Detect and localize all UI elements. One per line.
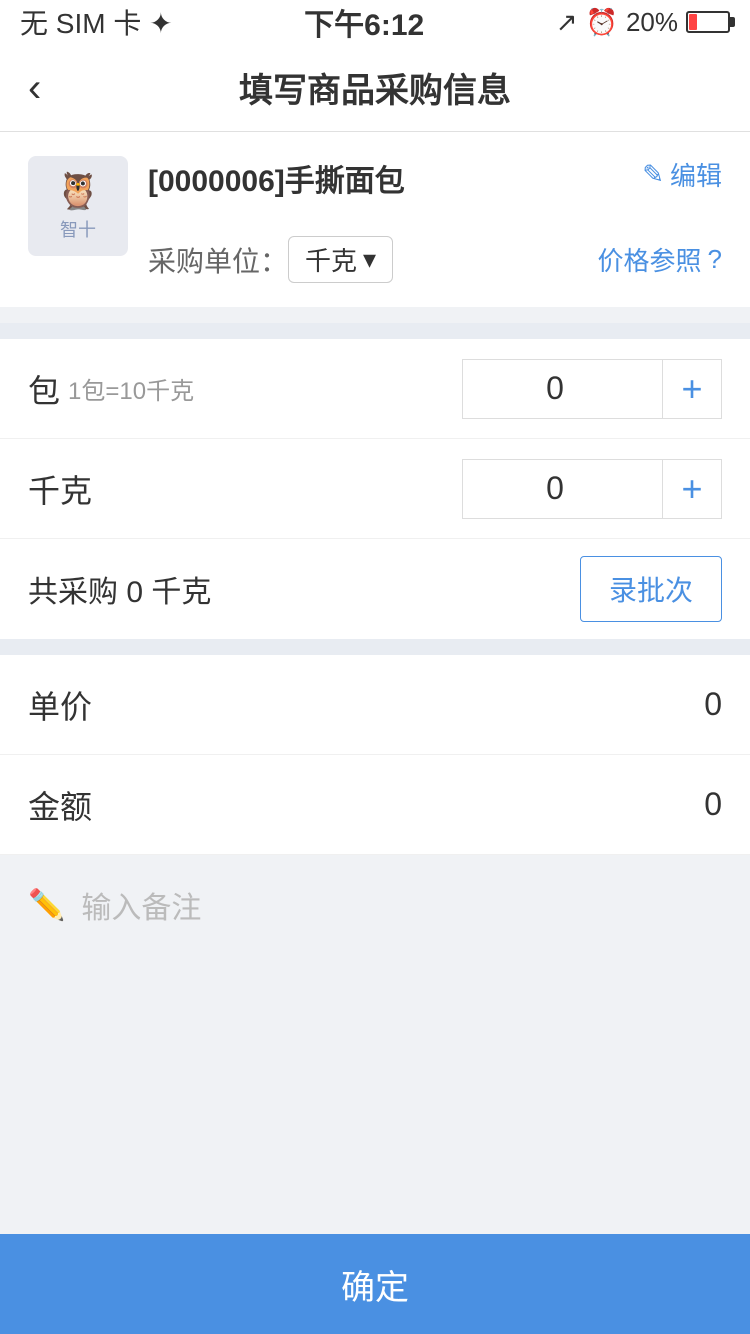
nav-bar: ‹ 填写商品采购信息 bbox=[0, 44, 750, 132]
help-icon: ? bbox=[708, 244, 722, 275]
location-icon: ↗ bbox=[556, 7, 578, 38]
battery-percent: 20% bbox=[626, 7, 678, 38]
status-bar: 无 SIM 卡 ✦ 下午6:12 ↗ ⏰ 20% bbox=[0, 0, 750, 44]
bottom-spacer bbox=[0, 955, 750, 1255]
amount-label: 金额 bbox=[28, 782, 92, 828]
alarm-icon: ⏰ bbox=[586, 7, 618, 38]
product-name: [0000006]手撕面包 bbox=[148, 156, 405, 200]
price-section: 单价 0 金额 0 bbox=[0, 655, 750, 855]
product-info: [0000006]手撕面包 ✎ 编辑 采购单位： 千克 ▾ 价格参照 ? bbox=[148, 156, 722, 283]
remark-section[interactable]: ✏️ 输入备注 bbox=[0, 855, 750, 955]
unit-price-row: 单价 0 bbox=[0, 655, 750, 755]
kg-plus-button[interactable]: + bbox=[662, 459, 722, 519]
battery-icon bbox=[686, 11, 730, 33]
purchase-unit-label: 采购单位： bbox=[148, 240, 288, 280]
edit-icon: ✎ bbox=[642, 159, 664, 190]
kg-quantity-input[interactable] bbox=[462, 459, 662, 519]
dropdown-arrow-icon: ▾ bbox=[363, 244, 376, 275]
bag-plus-button[interactable]: + bbox=[662, 359, 722, 419]
no-sim-text: 无 SIM 卡 ✦ bbox=[20, 2, 173, 42]
input-section: 包 1包=10千克 + 千克 + bbox=[0, 339, 750, 539]
confirm-button[interactable]: 确定 bbox=[341, 1260, 409, 1309]
summary-text: 共采购 0 千克 bbox=[28, 567, 211, 611]
kg-input-row: 千克 + bbox=[0, 439, 750, 539]
bag-input-right: + bbox=[462, 359, 722, 419]
bag-quantity-input[interactable] bbox=[462, 359, 662, 419]
edit-button[interactable]: ✎ 编辑 bbox=[642, 156, 722, 193]
summary-row: 共采购 0 千克 录批次 bbox=[0, 539, 750, 639]
product-badge: 智十 bbox=[60, 216, 96, 242]
kg-input-right: + bbox=[462, 459, 722, 519]
page-title: 填写商品采购信息 bbox=[239, 63, 511, 112]
section-divider-2 bbox=[0, 639, 750, 655]
amount-value: 0 bbox=[704, 786, 722, 823]
pencil-icon: ✏️ bbox=[28, 888, 65, 923]
remark-placeholder: 输入备注 bbox=[81, 883, 201, 927]
amount-row: 金额 0 bbox=[0, 755, 750, 855]
batch-button[interactable]: 录批次 bbox=[580, 556, 722, 622]
unit-price-label: 单价 bbox=[28, 682, 92, 728]
section-divider-1 bbox=[0, 323, 750, 339]
bag-sublabel: 1包=10千克 bbox=[68, 371, 194, 406]
kg-label: 千克 bbox=[28, 466, 92, 512]
product-thumbnail: 🦉 智十 bbox=[28, 156, 128, 256]
bag-label: 包 bbox=[28, 366, 60, 412]
confirm-bar[interactable]: 确定 bbox=[0, 1234, 750, 1334]
status-left: 无 SIM 卡 ✦ bbox=[20, 2, 173, 42]
product-card: 🦉 智十 [0000006]手撕面包 ✎ 编辑 采购单位： 千克 ▾ 价格参照 … bbox=[0, 132, 750, 307]
price-reference-button[interactable]: 价格参照 ? bbox=[598, 241, 722, 278]
unit-value: 千克 bbox=[305, 241, 357, 278]
status-time: 下午6:12 bbox=[304, 0, 424, 44]
unit-price-value: 0 bbox=[704, 686, 722, 723]
back-button[interactable]: ‹ bbox=[28, 68, 41, 108]
bag-input-row: 包 1包=10千克 + bbox=[0, 339, 750, 439]
unit-dropdown[interactable]: 千克 ▾ bbox=[288, 236, 393, 283]
owl-icon: 🦉 bbox=[56, 170, 101, 212]
status-right: ↗ ⏰ 20% bbox=[556, 7, 730, 38]
